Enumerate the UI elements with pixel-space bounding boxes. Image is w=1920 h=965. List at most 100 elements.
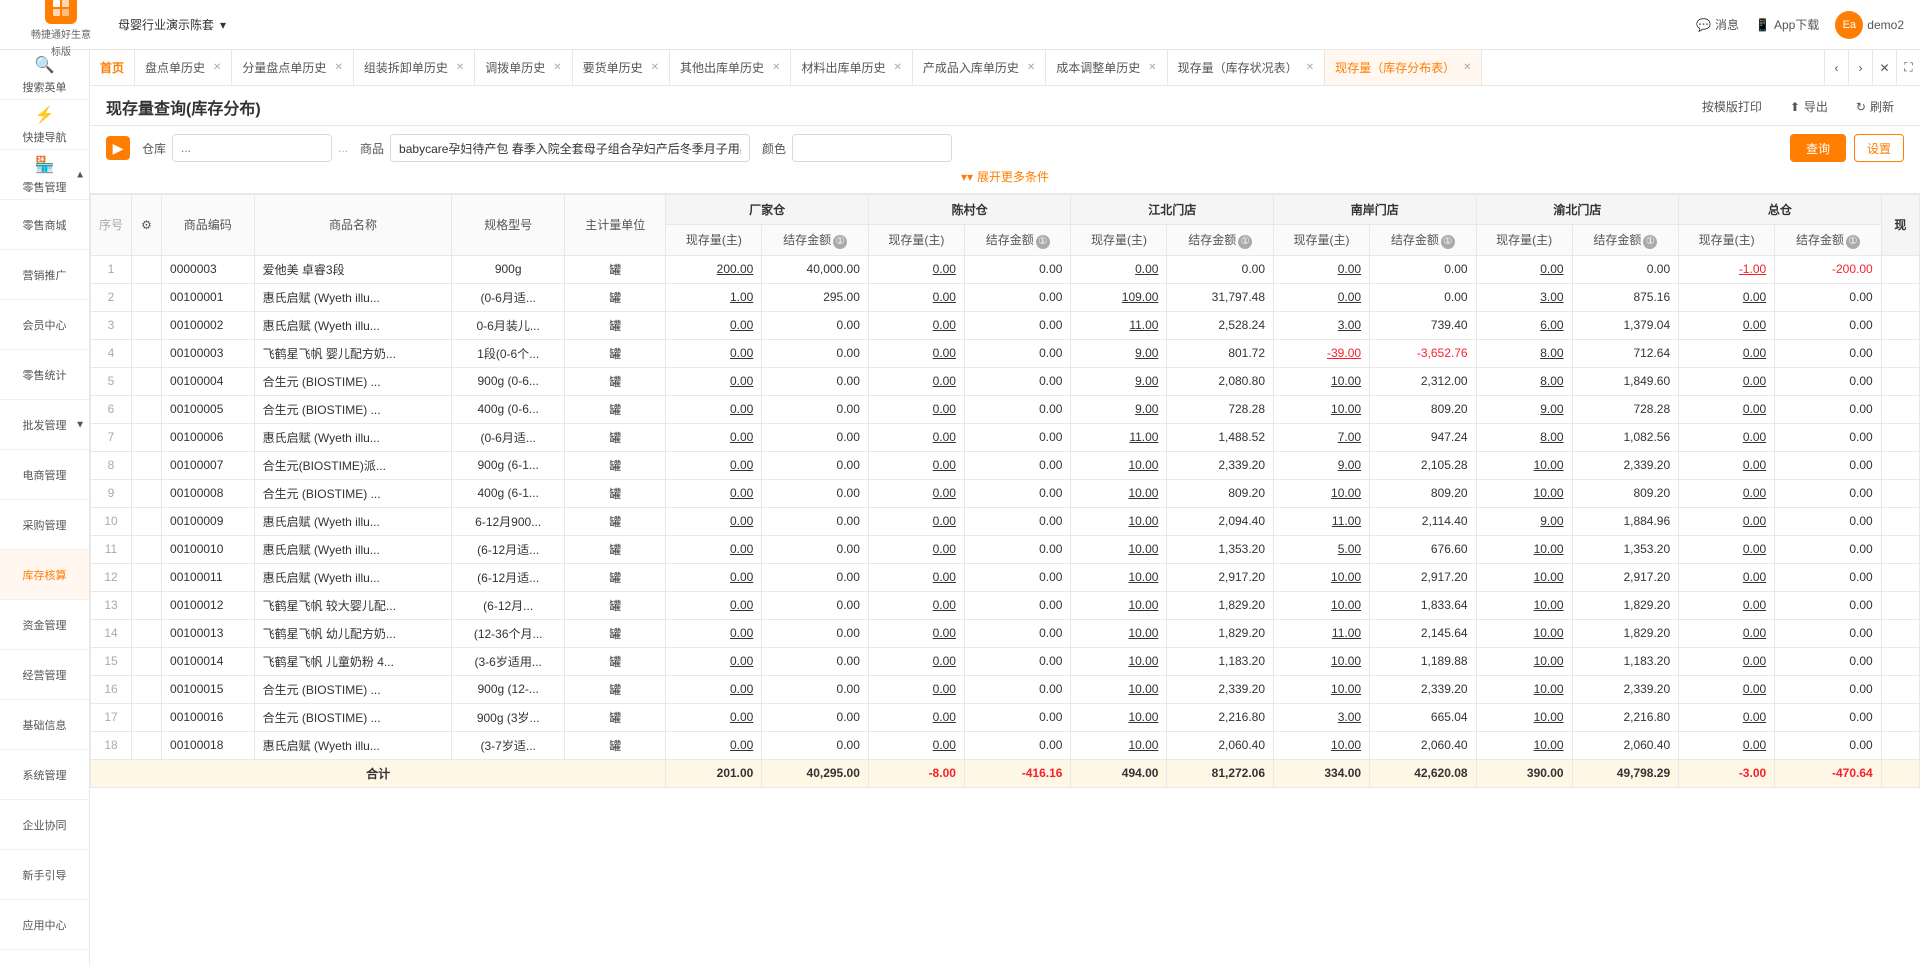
table-row: 1400100013飞鹤星飞帆 幼儿配方奶...(12-36个月...罐0.00… bbox=[91, 619, 1920, 647]
sidebar-item-finance[interactable]: 资金管理 bbox=[0, 600, 89, 650]
search-area: ▶ 仓库 ... 商品 颜色 查询 设置 ▾▾ 展开更多条件 bbox=[90, 126, 1920, 194]
tab-adjust-history[interactable]: 调拨单历史 ✕ bbox=[475, 50, 572, 86]
expand-row: ▾▾ 展开更多条件 bbox=[106, 168, 1904, 185]
tab-cost-adjust[interactable]: 成本调整单历史 ✕ bbox=[1046, 50, 1167, 86]
message-icon: 💬 bbox=[1696, 18, 1711, 32]
close-icon[interactable]: ✕ bbox=[1148, 62, 1156, 73]
th-jiangbei: 江北门店 bbox=[1071, 195, 1274, 225]
sidebar-item-ecom[interactable]: 电商管理 bbox=[0, 450, 89, 500]
export-btn[interactable]: ⬆ 导出 bbox=[1780, 94, 1838, 119]
th-gear: ⚙ bbox=[132, 195, 162, 256]
tab-assemble-history[interactable]: 组装拆卸单历史 ✕ bbox=[354, 50, 475, 86]
org-selector[interactable]: 母婴行业演示陈套 ▾ bbox=[118, 16, 226, 33]
table-area[interactable]: 序号 ⚙ 商品编码 商品名称 规格型号 主计量单位 厂家仓 陈村仓 江北门店 南… bbox=[90, 194, 1920, 965]
sidebar-item-retail[interactable]: 🏪 零售管理 ▲ bbox=[0, 150, 89, 200]
tab-stock-history[interactable]: 盘点单历史 ✕ bbox=[135, 50, 232, 86]
tab-order-history[interactable]: 要货单历史 ✕ bbox=[573, 50, 670, 86]
tab-stock-dist[interactable]: 现存量（库存分布表） ✕ bbox=[1325, 50, 1482, 86]
info-icon[interactable]: ① bbox=[1846, 235, 1860, 249]
table-row: 600100005合生元 (BIOSTIME) ...400g (0-6...罐… bbox=[91, 395, 1920, 423]
th-nanan-qty: 现存量(主) bbox=[1274, 225, 1370, 256]
sidebar-item-purchase[interactable]: 采购管理 bbox=[0, 500, 89, 550]
info-icon[interactable]: ① bbox=[833, 235, 847, 249]
chevron-down-icon: ▾▾ bbox=[961, 170, 973, 184]
logo-text: 畅捷通好生意 bbox=[31, 26, 91, 41]
sidebar-label-retail-stat: 零售统计 bbox=[23, 367, 67, 383]
th-total: 总仓 bbox=[1679, 195, 1882, 225]
tab-stock-status[interactable]: 现存量（库存状况表） ✕ bbox=[1168, 50, 1325, 86]
th-spec: 规格型号 bbox=[452, 195, 565, 256]
close-icon[interactable]: ✕ bbox=[651, 62, 659, 73]
setting-btn[interactable]: 设置 bbox=[1854, 134, 1904, 162]
table-row: 1200100011惠氏启赋 (Wyeth illu...(6-12月适...罐… bbox=[91, 563, 1920, 591]
tab-next-btn[interactable]: › bbox=[1848, 50, 1872, 86]
table-row: 400100003飞鹤星飞帆 婴儿配方奶...1段(0-6个...罐0.000.… bbox=[91, 339, 1920, 367]
tab-prev-btn[interactable]: ‹ bbox=[1824, 50, 1848, 86]
info-icon[interactable]: ① bbox=[1643, 235, 1657, 249]
search-toggle-btn[interactable]: ▶ bbox=[106, 136, 130, 160]
th-factory-qty: 现存量(主) bbox=[666, 225, 762, 256]
print-btn[interactable]: 按模版打印 bbox=[1692, 94, 1772, 119]
refresh-btn[interactable]: ↻ 刷新 bbox=[1846, 94, 1904, 119]
table-row: 1000100009惠氏启赋 (Wyeth illu...6-12月900...… bbox=[91, 507, 1920, 535]
sidebar: 🔍 搜索英单 ⚡ 快捷导航 🏪 零售管理 ▲ 零售商城 营销推广 会员中心 零售… bbox=[0, 50, 90, 965]
close-icon[interactable]: ✕ bbox=[1306, 62, 1314, 73]
tab-product-in[interactable]: 产成品入库单历史 ✕ bbox=[913, 50, 1046, 86]
sidebar-item-collab[interactable]: 企业协同 bbox=[0, 800, 89, 850]
close-icon[interactable]: ✕ bbox=[456, 62, 464, 73]
warehouse-field: 仓库 ... bbox=[142, 134, 348, 162]
tab-fullscreen-btn[interactable]: ⛶ bbox=[1896, 50, 1920, 86]
sidebar-label-operation: 经营管理 bbox=[23, 667, 67, 683]
color-input[interactable] bbox=[792, 134, 952, 162]
sidebar-item-shortcut[interactable]: ⚡ 快捷导航 bbox=[0, 100, 89, 150]
info-icon[interactable]: ① bbox=[1238, 235, 1252, 249]
query-btn[interactable]: 查询 bbox=[1790, 134, 1846, 162]
sidebar-label-inventory: 库存核算 bbox=[23, 567, 67, 583]
sidebar-label-mall: 零售商城 bbox=[23, 217, 67, 233]
warehouse-label: 仓库 bbox=[142, 140, 166, 157]
sidebar-item-appcenter[interactable]: 应用中心 bbox=[0, 900, 89, 950]
message-btn[interactable]: 💬 消息 bbox=[1696, 16, 1739, 33]
close-icon[interactable]: ✕ bbox=[213, 62, 221, 73]
sidebar-item-marketing[interactable]: 营销推广 bbox=[0, 250, 89, 300]
sidebar-item-member[interactable]: 会员中心 bbox=[0, 300, 89, 350]
logo-sub: 标版 bbox=[51, 43, 71, 58]
sidebar-item-operation[interactable]: 经营管理 bbox=[0, 650, 89, 700]
sidebar-item-inventory[interactable]: 库存核算 bbox=[0, 550, 89, 600]
close-icon[interactable]: ✕ bbox=[893, 62, 901, 73]
table-row: 1700100016合生元 (BIOSTIME) ...900g (3岁...罐… bbox=[91, 703, 1920, 731]
product-input[interactable] bbox=[390, 134, 750, 162]
close-icon[interactable]: ✕ bbox=[1027, 62, 1035, 73]
chevron-up-icon: ▲ bbox=[75, 169, 85, 180]
sidebar-item-mall[interactable]: 零售商城 bbox=[0, 200, 89, 250]
tab-score-history[interactable]: 分量盘点单历史 ✕ bbox=[232, 50, 353, 86]
sidebar-item-retail-stat[interactable]: 零售统计 bbox=[0, 350, 89, 400]
sidebar-item-wecom[interactable]: 企业微信 bbox=[0, 950, 89, 965]
tab-material-out[interactable]: 材料出库单历史 ✕ bbox=[791, 50, 912, 86]
tab-other-out[interactable]: 其他出库单历史 ✕ bbox=[670, 50, 791, 86]
tab-close-all-btn[interactable]: ✕ bbox=[1872, 50, 1896, 86]
sidebar-label-marketing: 营销推广 bbox=[23, 267, 67, 283]
sidebar-item-basic[interactable]: 基础信息 bbox=[0, 700, 89, 750]
sidebar-item-guide[interactable]: 新手引导 bbox=[0, 850, 89, 900]
sidebar-label-ecom: 电商管理 bbox=[23, 467, 67, 483]
table-row: 1800100018惠氏启赋 (Wyeth illu...(3-7岁适...罐0… bbox=[91, 731, 1920, 759]
user-menu[interactable]: Ea demo2 bbox=[1835, 11, 1904, 39]
expand-more-btn[interactable]: ▾▾ 展开更多条件 bbox=[961, 168, 1049, 185]
info-icon[interactable]: ① bbox=[1036, 235, 1050, 249]
close-icon[interactable]: ✕ bbox=[772, 62, 780, 73]
close-icon[interactable]: ✕ bbox=[334, 62, 342, 73]
info-icon[interactable]: ① bbox=[1441, 235, 1455, 249]
sidebar-item-search[interactable]: 🔍 搜索英单 bbox=[0, 50, 89, 100]
sidebar-label-finance: 资金管理 bbox=[23, 617, 67, 633]
sidebar-item-wholesale[interactable]: 批发管理 ▼ bbox=[0, 400, 89, 450]
app-download-btn[interactable]: 📱 App下载 bbox=[1755, 16, 1819, 33]
warehouse-input[interactable] bbox=[172, 134, 332, 162]
table-row: 800100007合生元(BIOSTIME)派...900g (6-1...罐0… bbox=[91, 451, 1920, 479]
sidebar-item-system[interactable]: 系统管理 bbox=[0, 750, 89, 800]
close-icon[interactable]: ✕ bbox=[1463, 62, 1471, 73]
table-row: 1300100012飞鹤星飞帆 较大婴儿配...(6-12月...罐0.000.… bbox=[91, 591, 1920, 619]
nav-tabs: 首页 盘点单历史 ✕ 分量盘点单历史 ✕ 组装拆卸单历史 ✕ 调拨单历史 ✕ 要… bbox=[90, 50, 1920, 86]
sidebar-label-appcenter: 应用中心 bbox=[23, 917, 67, 933]
close-icon[interactable]: ✕ bbox=[553, 62, 561, 73]
